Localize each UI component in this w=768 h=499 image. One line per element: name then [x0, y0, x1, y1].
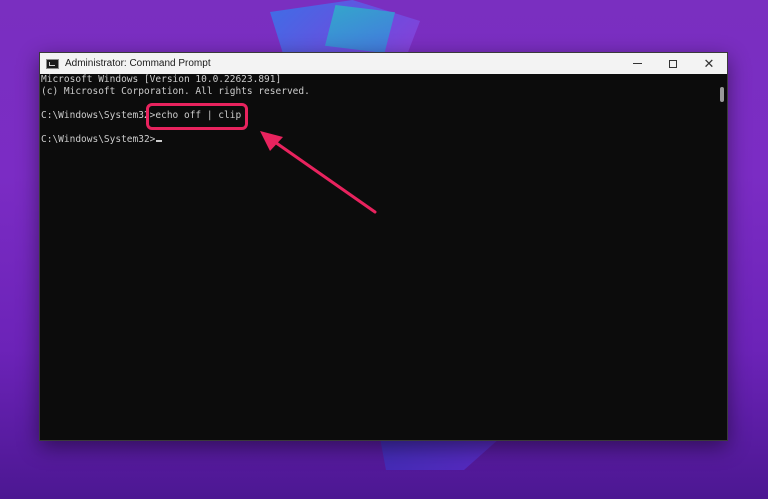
annotation-arrow [260, 131, 377, 214]
